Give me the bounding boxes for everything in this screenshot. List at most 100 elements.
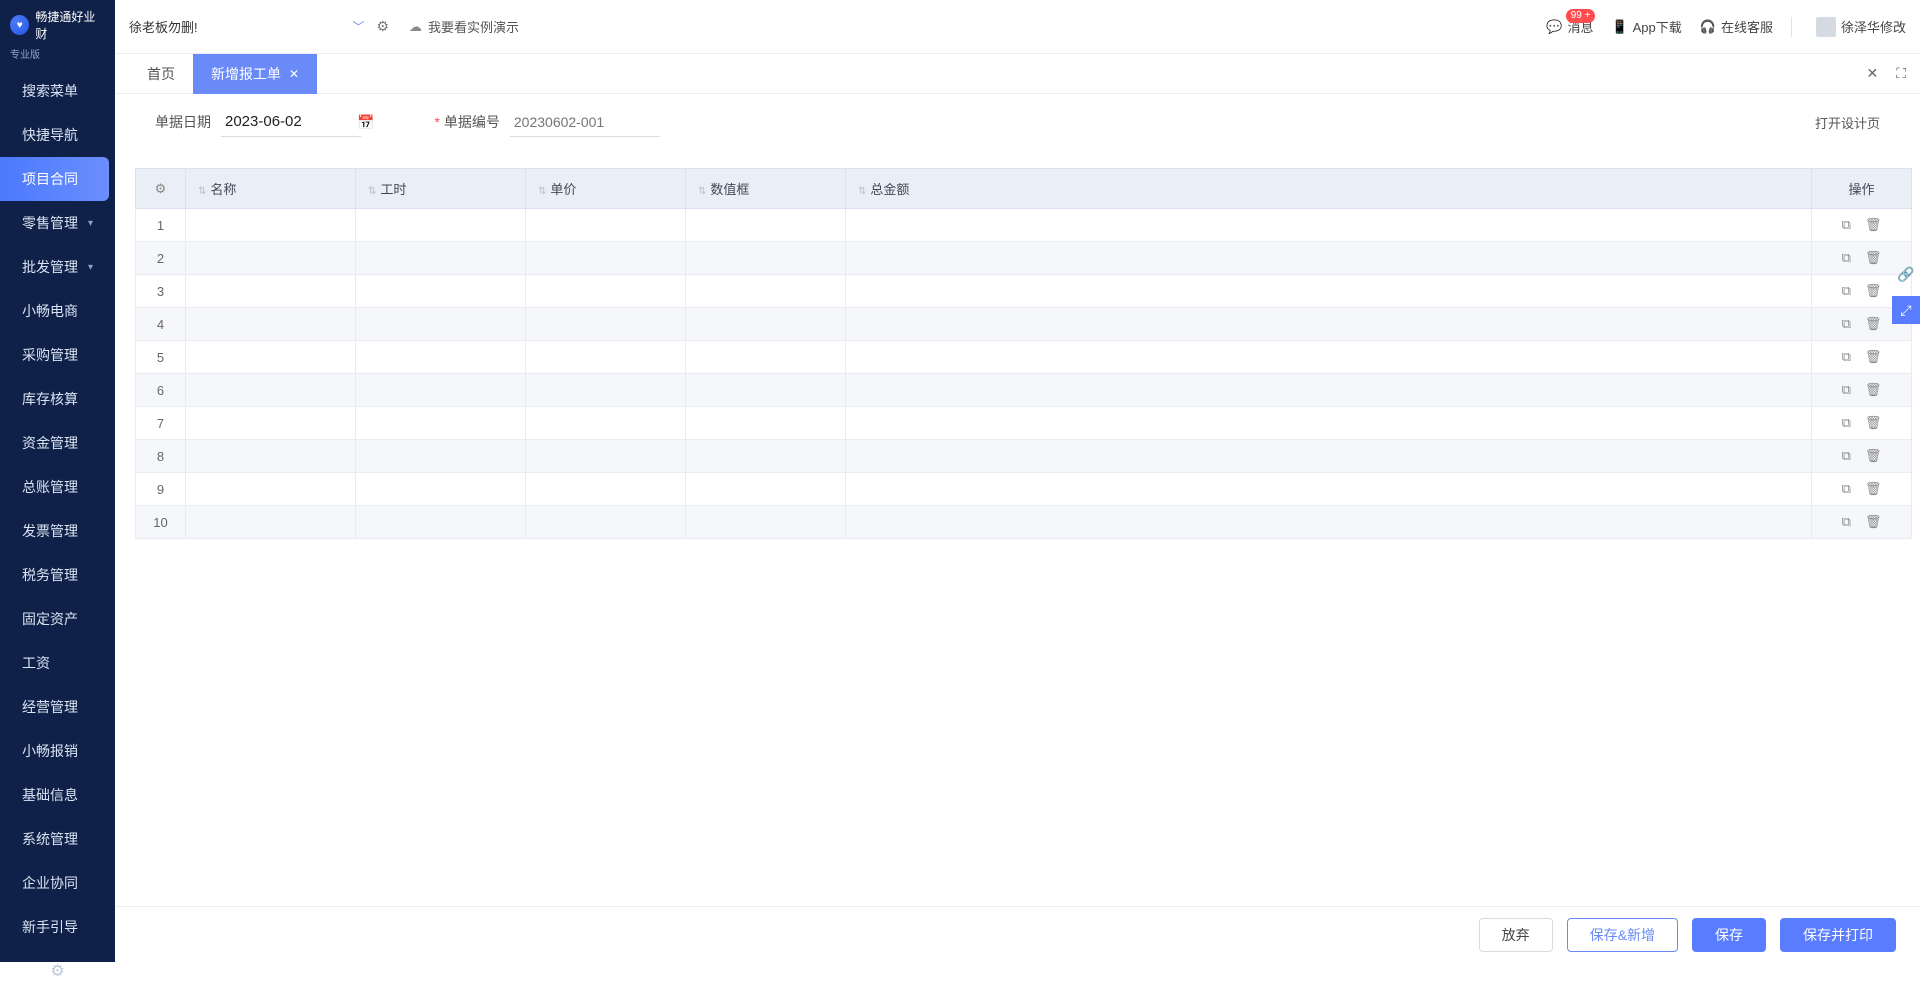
cell-numbox[interactable] [686,341,846,374]
messages-button[interactable]: 💬 消息 99 + [1546,17,1593,36]
cell-total[interactable] [846,242,1812,275]
sidebar-item-0[interactable]: 搜索菜单 [0,69,115,113]
code-input[interactable] [510,108,660,137]
save-new-button[interactable]: 保存&新增 [1567,918,1678,952]
column-numbox[interactable]: ⇅数值框 [686,169,846,209]
cell-price[interactable] [526,374,686,407]
sidebar-item-11[interactable]: 税务管理 [0,553,115,597]
online-service-button[interactable]: 🎧 在线客服 [1700,17,1773,36]
copy-row-icon[interactable]: ⧉ [1842,283,1851,299]
delete-row-icon[interactable]: 🗑 [1865,448,1882,464]
date-input[interactable] [221,107,361,137]
copy-row-icon[interactable]: ⧉ [1842,250,1851,266]
cell-numbox[interactable] [686,407,846,440]
column-total[interactable]: ⇅总金额 [846,169,1812,209]
delete-row-icon[interactable]: 🗑 [1865,217,1882,233]
copy-row-icon[interactable]: ⧉ [1842,415,1851,431]
cell-price[interactable] [526,275,686,308]
cell-name[interactable] [186,473,356,506]
cell-hours[interactable] [356,407,526,440]
sidebar-item-19[interactable]: 新手引导 [0,905,115,949]
cell-price[interactable] [526,407,686,440]
cell-name[interactable] [186,275,356,308]
cell-numbox[interactable] [686,209,846,242]
copy-row-icon[interactable]: ⧉ [1842,481,1851,497]
cell-numbox[interactable] [686,275,846,308]
copy-row-icon[interactable]: ⧉ [1842,514,1851,530]
app-download-button[interactable]: 📱 App下载 [1611,17,1681,36]
cell-numbox[interactable] [686,440,846,473]
table-row[interactable]: 8⧉🗑 [136,440,1912,473]
column-name[interactable]: ⇅名称 [186,169,356,209]
delete-row-icon[interactable]: 🗑 [1865,283,1882,299]
cell-total[interactable] [846,407,1812,440]
cell-name[interactable] [186,374,356,407]
table-row[interactable]: 10⧉🗑 [136,506,1912,539]
cell-total[interactable] [846,473,1812,506]
sidebar-item-10[interactable]: 发票管理 [0,509,115,553]
copy-row-icon[interactable]: ⧉ [1842,217,1851,233]
cell-name[interactable] [186,440,356,473]
cell-name[interactable] [186,242,356,275]
sidebar-item-6[interactable]: 采购管理 [0,333,115,377]
sidebar-item-1[interactable]: 快捷导航 [0,113,115,157]
user-menu[interactable]: 徐泽华修改 [1816,17,1906,37]
attachment-icon[interactable]: 🔗 [1892,260,1920,288]
tab-home[interactable]: 首页 [129,54,193,94]
cell-numbox[interactable] [686,242,846,275]
cell-price[interactable] [526,506,686,539]
cell-hours[interactable] [356,440,526,473]
cell-numbox[interactable] [686,374,846,407]
column-hours[interactable]: ⇅工时 [356,169,526,209]
save-print-button[interactable]: 保存并打印 [1780,918,1896,952]
cell-name[interactable] [186,506,356,539]
cell-total[interactable] [846,440,1812,473]
discard-button[interactable]: 放弃 [1479,918,1553,952]
cell-hours[interactable] [356,209,526,242]
sidebar-item-4[interactable]: 批发管理▾ [0,245,115,289]
table-row[interactable]: 5⧉🗑 [136,341,1912,374]
sidebar-item-15[interactable]: 小畅报销 [0,729,115,773]
sidebar-item-12[interactable]: 固定资产 [0,597,115,641]
copy-row-icon[interactable]: ⧉ [1842,382,1851,398]
sidebar-item-8[interactable]: 资金管理 [0,421,115,465]
delete-row-icon[interactable]: 🗑 [1865,514,1882,530]
table-row[interactable]: 7⧉🗑 [136,407,1912,440]
table-row[interactable]: 9⧉🗑 [136,473,1912,506]
delete-row-icon[interactable]: 🗑 [1865,415,1882,431]
cell-hours[interactable] [356,242,526,275]
cell-hours[interactable] [356,341,526,374]
save-button[interactable]: 保存 [1692,918,1766,952]
calendar-icon[interactable]: 📅 [357,114,374,131]
column-settings-icon[interactable]: ⚙ [136,169,186,209]
sidebar-item-13[interactable]: 工资 [0,641,115,685]
cell-hours[interactable] [356,275,526,308]
table-row[interactable]: 6⧉🗑 [136,374,1912,407]
cell-total[interactable] [846,308,1812,341]
tab-new-worksheet[interactable]: 新增报工单 ✕ [193,54,317,94]
cell-price[interactable] [526,440,686,473]
cell-hours[interactable] [356,506,526,539]
delete-row-icon[interactable]: 🗑 [1865,349,1882,365]
cell-total[interactable] [846,341,1812,374]
copy-row-icon[interactable]: ⧉ [1842,349,1851,365]
sidebar-item-16[interactable]: 基础信息 [0,773,115,817]
cell-numbox[interactable] [686,506,846,539]
column-price[interactable]: ⇅单价 [526,169,686,209]
cell-name[interactable] [186,341,356,374]
cell-numbox[interactable] [686,308,846,341]
cell-price[interactable] [526,209,686,242]
cell-price[interactable] [526,341,686,374]
table-row[interactable]: 2⧉🗑 [136,242,1912,275]
table-row[interactable]: 4⧉🗑 [136,308,1912,341]
delete-row-icon[interactable]: 🗑 [1865,481,1882,497]
delete-row-icon[interactable]: 🗑 [1865,316,1882,332]
sidebar-item-17[interactable]: 系统管理 [0,817,115,861]
delete-row-icon[interactable]: 🗑 [1865,382,1882,398]
copy-row-icon[interactable]: ⧉ [1842,448,1851,464]
sidebar-settings-icon[interactable]: ⚙ [0,949,115,993]
sidebar-item-7[interactable]: 库存核算 [0,377,115,421]
company-selector[interactable]: 徐老板勿删! ﹀ ⚙ [129,17,389,36]
cell-hours[interactable] [356,374,526,407]
table-row[interactable]: 1⧉🗑 [136,209,1912,242]
